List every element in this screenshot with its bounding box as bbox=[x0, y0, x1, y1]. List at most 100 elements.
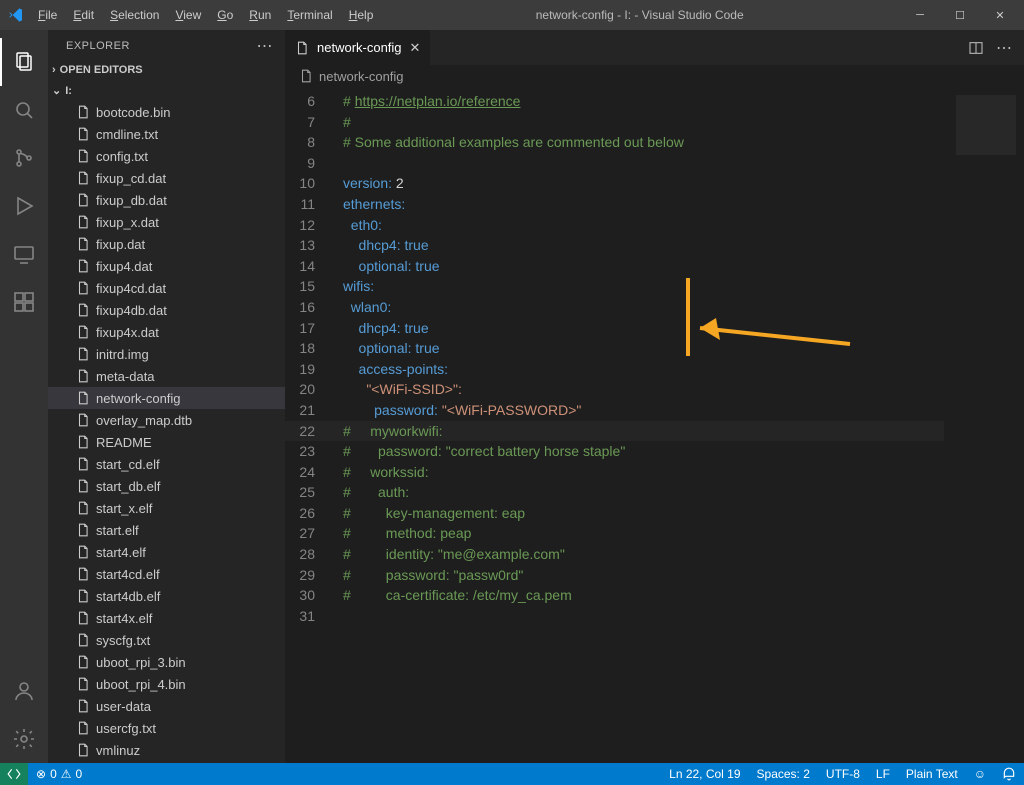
open-editors-label: OPEN EDITORS bbox=[60, 64, 143, 76]
file-item[interactable]: bootcode.bin bbox=[48, 101, 285, 123]
activity-explorer-icon[interactable] bbox=[0, 38, 48, 86]
more-editor-actions-icon[interactable]: ⋯ bbox=[996, 38, 1012, 58]
cursor-position[interactable]: Ln 22, Col 19 bbox=[661, 767, 748, 781]
activity-accounts-icon[interactable] bbox=[0, 667, 48, 715]
code-editor[interactable]: 6789101112131415161718192021222324252627… bbox=[285, 87, 1024, 763]
file-item[interactable]: start4x.elf bbox=[48, 607, 285, 629]
feedback-icon[interactable]: ☺ bbox=[966, 767, 994, 781]
file-item[interactable]: syscfg.txt bbox=[48, 629, 285, 651]
file-icon bbox=[76, 149, 90, 163]
file-icon bbox=[76, 567, 90, 581]
file-tree: bootcode.bincmdline.txtconfig.txtfixup_c… bbox=[48, 101, 285, 761]
minimap[interactable] bbox=[944, 87, 1024, 763]
eol[interactable]: LF bbox=[868, 767, 898, 781]
activity-bar bbox=[0, 30, 48, 763]
breadcrumb[interactable]: network-config bbox=[285, 65, 1024, 87]
file-icon bbox=[299, 69, 313, 83]
file-item[interactable]: README bbox=[48, 431, 285, 453]
activity-run-debug-icon[interactable] bbox=[0, 182, 48, 230]
tab-label: network-config bbox=[317, 40, 402, 55]
activity-extensions-icon[interactable] bbox=[0, 278, 48, 326]
file-item[interactable]: fixup4.dat bbox=[48, 255, 285, 277]
encoding[interactable]: UTF-8 bbox=[818, 767, 868, 781]
maximize-button[interactable]: ☐ bbox=[940, 0, 980, 30]
menu-run[interactable]: Run bbox=[243, 6, 277, 24]
chevron-right-icon: › bbox=[52, 64, 56, 76]
file-item[interactable]: uboot_rpi_4.bin bbox=[48, 673, 285, 695]
file-item[interactable]: fixup_cd.dat bbox=[48, 167, 285, 189]
menu-go[interactable]: Go bbox=[211, 6, 239, 24]
file-icon bbox=[76, 259, 90, 273]
file-icon bbox=[76, 721, 90, 735]
activity-settings-icon[interactable] bbox=[0, 715, 48, 763]
open-editors-section[interactable]: › OPEN EDITORS bbox=[48, 60, 285, 80]
activity-search-icon[interactable] bbox=[0, 86, 48, 134]
close-tab-icon[interactable]: ✕ bbox=[410, 40, 421, 56]
remote-indicator-icon[interactable] bbox=[0, 763, 28, 785]
minimize-button[interactable]: ─ bbox=[900, 0, 940, 30]
file-item[interactable]: user-data bbox=[48, 695, 285, 717]
file-name: initrd.img bbox=[96, 347, 149, 362]
file-item[interactable]: fixup4x.dat bbox=[48, 321, 285, 343]
file-item[interactable]: vmlinuz bbox=[48, 739, 285, 761]
file-icon bbox=[76, 479, 90, 493]
menu-terminal[interactable]: Terminal bbox=[281, 6, 338, 24]
folder-root-label: I: bbox=[65, 85, 72, 97]
file-item[interactable]: start_cd.elf bbox=[48, 453, 285, 475]
file-item[interactable]: start4cd.elf bbox=[48, 563, 285, 585]
split-editor-icon[interactable] bbox=[968, 40, 984, 56]
file-icon bbox=[76, 303, 90, 317]
warning-count: 0 bbox=[76, 767, 83, 781]
window-title: network-config - I: - Visual Studio Code bbox=[379, 8, 900, 22]
file-item[interactable]: fixup4db.dat bbox=[48, 299, 285, 321]
menu-edit[interactable]: Edit bbox=[67, 6, 100, 24]
breadcrumb-label: network-config bbox=[319, 69, 404, 84]
file-name: network-config bbox=[96, 391, 181, 406]
more-actions-icon[interactable]: ⋯ bbox=[257, 36, 274, 56]
file-item[interactable]: uboot_rpi_3.bin bbox=[48, 651, 285, 673]
file-item[interactable]: config.txt bbox=[48, 145, 285, 167]
file-name: fixup4x.dat bbox=[96, 325, 159, 340]
tab-network-config[interactable]: network-config ✕ bbox=[285, 30, 430, 65]
file-icon bbox=[76, 677, 90, 691]
activity-source-control-icon[interactable] bbox=[0, 134, 48, 182]
file-name: fixup_db.dat bbox=[96, 193, 167, 208]
menu-selection[interactable]: Selection bbox=[104, 6, 165, 24]
indentation[interactable]: Spaces: 2 bbox=[749, 767, 818, 781]
file-item[interactable]: usercfg.txt bbox=[48, 717, 285, 739]
file-name: usercfg.txt bbox=[96, 721, 156, 736]
menu-help[interactable]: Help bbox=[343, 6, 380, 24]
file-item[interactable]: cmdline.txt bbox=[48, 123, 285, 145]
file-icon bbox=[76, 413, 90, 427]
file-icon bbox=[76, 369, 90, 383]
line-number-gutter: 6789101112131415161718192021222324252627… bbox=[285, 91, 333, 626]
file-item[interactable]: fixup_db.dat bbox=[48, 189, 285, 211]
file-item[interactable]: network-config bbox=[48, 387, 285, 409]
file-item[interactable]: meta-data bbox=[48, 365, 285, 387]
notifications-icon[interactable] bbox=[994, 767, 1024, 781]
file-item[interactable]: start.elf bbox=[48, 519, 285, 541]
file-item[interactable]: start_db.elf bbox=[48, 475, 285, 497]
language-mode[interactable]: Plain Text bbox=[898, 767, 966, 781]
file-icon bbox=[76, 545, 90, 559]
file-item[interactable]: fixup4cd.dat bbox=[48, 277, 285, 299]
file-item[interactable]: fixup_x.dat bbox=[48, 211, 285, 233]
activity-remote-explorer-icon[interactable] bbox=[0, 230, 48, 278]
file-icon bbox=[76, 611, 90, 625]
problems-indicator[interactable]: ⊗0 ⚠0 bbox=[28, 767, 90, 781]
file-icon bbox=[76, 325, 90, 339]
vscode-logo-icon bbox=[8, 7, 24, 23]
close-button[interactable]: ✕ bbox=[980, 0, 1020, 30]
menu-view[interactable]: View bbox=[169, 6, 207, 24]
file-item[interactable]: initrd.img bbox=[48, 343, 285, 365]
file-item[interactable]: fixup.dat bbox=[48, 233, 285, 255]
file-item[interactable]: overlay_map.dtb bbox=[48, 409, 285, 431]
file-icon bbox=[76, 237, 90, 251]
code-content[interactable]: # https://netplan.io/reference## Some ad… bbox=[343, 91, 934, 626]
file-item[interactable]: start4.elf bbox=[48, 541, 285, 563]
menu-file[interactable]: File bbox=[32, 6, 63, 24]
file-item[interactable]: start_x.elf bbox=[48, 497, 285, 519]
folder-root-section[interactable]: ⌄ I: bbox=[48, 80, 285, 101]
file-item[interactable]: start4db.elf bbox=[48, 585, 285, 607]
file-name: README bbox=[96, 435, 152, 450]
